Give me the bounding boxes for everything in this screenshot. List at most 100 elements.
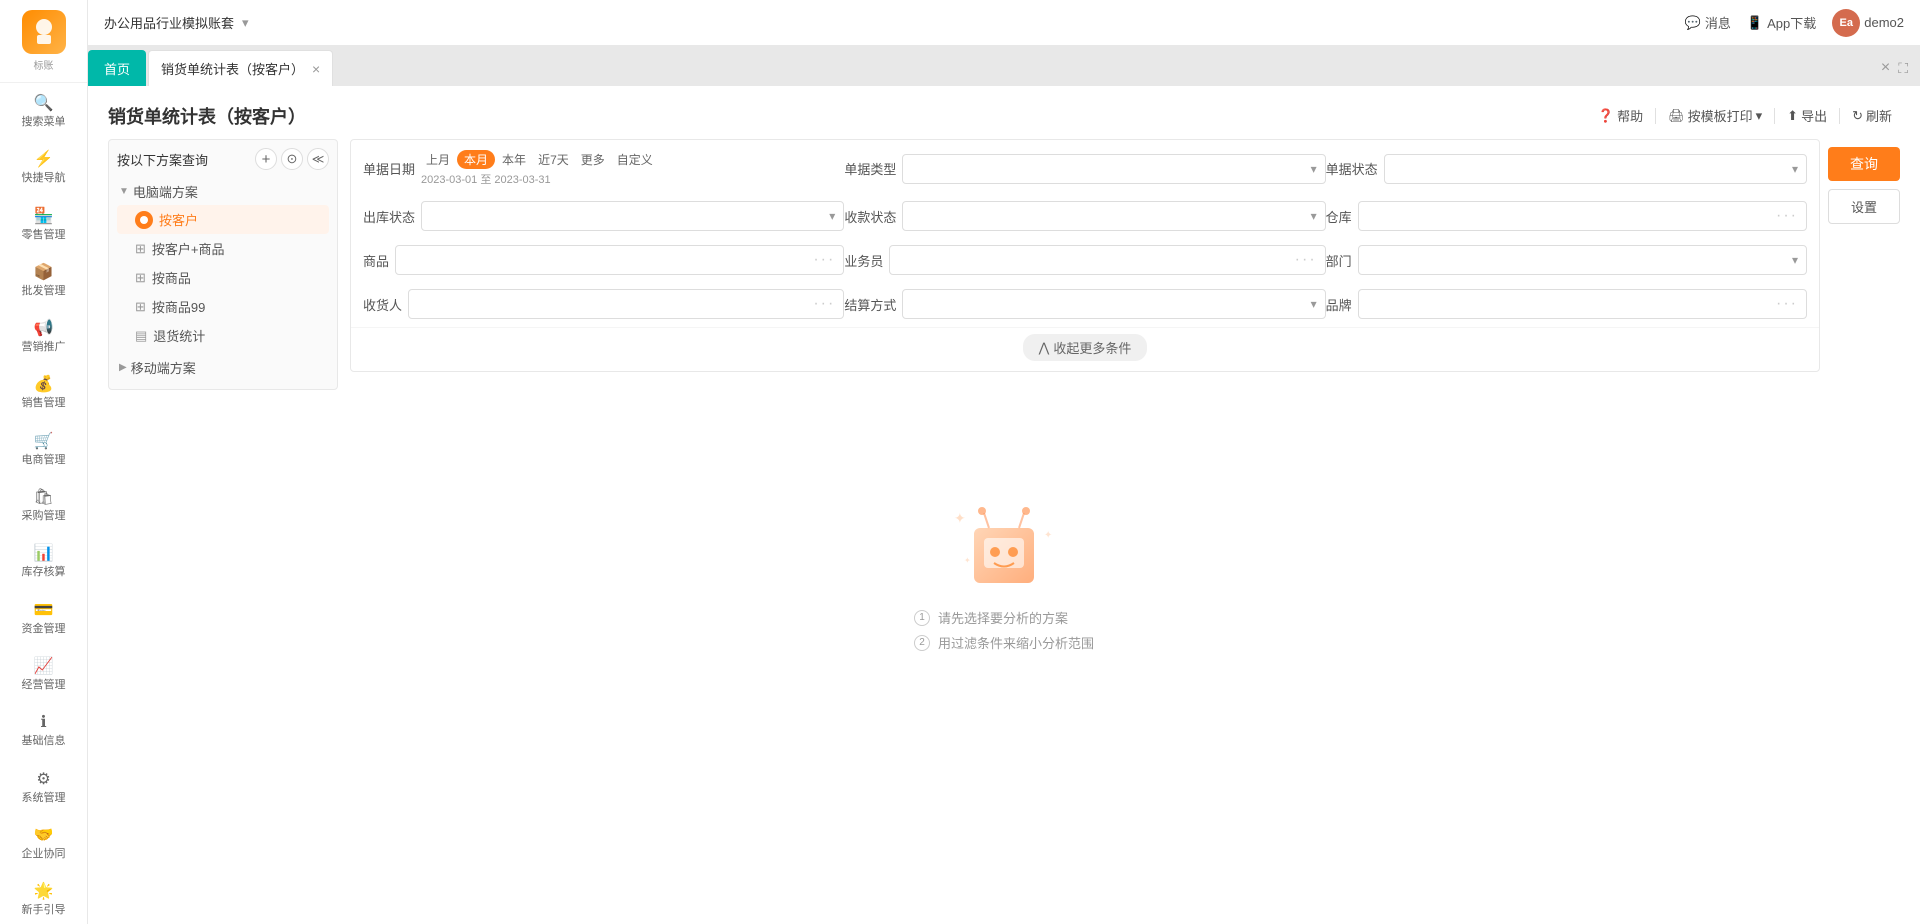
refresh-btn[interactable]: ↻ 刷新	[1844, 102, 1900, 129]
refresh-icon: ↻	[1852, 108, 1863, 124]
scheme-edit-btn[interactable]: ⊙	[281, 148, 303, 170]
date-btn-last-month[interactable]: 上月	[421, 150, 455, 169]
tab-sales-stat-label: 销货单统计表（按客户）	[161, 59, 304, 78]
sidebar-item-sales[interactable]: 💰销售管理	[22, 364, 66, 420]
app-download-btn[interactable]: 📱 App下载	[1747, 13, 1816, 32]
hint-text-1: 请先选择要分析的方案	[938, 608, 1068, 627]
scheme-item-by-customer[interactable]: 按客户	[117, 205, 329, 234]
tab-close-icon[interactable]: ×	[312, 62, 320, 76]
department-arrow-icon: ▾	[1792, 253, 1798, 267]
user-profile[interactable]: Ea demo2	[1832, 9, 1904, 37]
doc-status-select[interactable]: ▾	[1384, 154, 1807, 184]
logo-label: 标账	[34, 57, 54, 72]
inventory-icon: 📊	[34, 543, 54, 563]
filter-cell-department: 部门 ▾	[1326, 245, 1807, 275]
outbound-status-label: 出库状态	[363, 207, 415, 226]
date-btn-this-month[interactable]: 本月	[457, 150, 495, 169]
filter-action-buttons: 查询 设置	[1828, 139, 1900, 224]
scheme-item-by-product-99[interactable]: ⊞ 按商品99	[117, 292, 329, 321]
sidebar-item-finance[interactable]: 💳资金管理	[22, 590, 66, 646]
scheme-pc-items: 按客户 ⊞ 按客户+商品 ⊞ 按商品 ⊞ 按商品99	[117, 205, 329, 350]
outbound-status-select[interactable]: ▾	[421, 201, 844, 231]
topbar-arrow-icon[interactable]: ▾	[242, 15, 249, 31]
setting-btn[interactable]: 设置	[1828, 189, 1900, 224]
sidebar-item-ops[interactable]: 📈经营管理	[22, 646, 66, 702]
product-input[interactable]: ···	[395, 245, 844, 275]
scheme-group-pc-header[interactable]: ▼ 电脑端方案	[117, 178, 329, 205]
ops-icon: 📈	[34, 656, 54, 676]
topbar-title: 办公用品行业模拟账套	[104, 13, 234, 32]
page-actions: ❓ 帮助 🖨 按模板打印 ▾ ⬆ 导出 ↻ 刷新	[1590, 102, 1900, 129]
brand-label: 品牌	[1326, 295, 1352, 314]
by-customer-product-label: 按客户+商品	[152, 239, 225, 258]
help-btn[interactable]: ❓ 帮助	[1590, 102, 1651, 129]
filter-cell-payment-status: 收款状态 ▾	[844, 201, 1325, 231]
date-btn-this-year[interactable]: 本年	[497, 150, 531, 169]
sidebar-item-basic[interactable]: ℹ基础信息	[22, 702, 66, 758]
filter-form-area: 单据日期 上月 本月 本年 近7天 更多 自定义 20	[350, 139, 1900, 372]
scheme-item-by-customer-product[interactable]: ⊞ 按客户+商品	[117, 234, 329, 263]
by-product-99-label: 按商品99	[152, 297, 205, 316]
tab-sales-stat[interactable]: 销货单统计表（按客户） ×	[148, 50, 333, 86]
sidebar-item-ecommerce[interactable]: 🛒电商管理	[22, 421, 66, 477]
scheme-item-return-stat[interactable]: ▤ 退货统计	[117, 321, 329, 350]
sidebar-item-purchase-label: 采购管理	[22, 509, 66, 523]
sidebar: 标账 🔍搜索菜单⚡快捷导航🏪零售管理📦批发管理📢营销推广💰销售管理🛒电商管理🛍采…	[0, 0, 88, 924]
action-sep-2	[1774, 108, 1775, 124]
tab-home[interactable]: 首页	[88, 50, 146, 86]
action-sep-3	[1839, 108, 1840, 124]
recipient-input[interactable]: ···	[408, 289, 844, 319]
sidebar-item-inventory[interactable]: 📊库存核算	[22, 533, 66, 589]
by-customer-label: 按客户	[159, 210, 198, 229]
query-btn[interactable]: 查询	[1828, 147, 1900, 181]
settlement-label: 结算方式	[844, 295, 896, 314]
settlement-arrow-icon: ▾	[1311, 297, 1317, 311]
sidebar-item-retail[interactable]: 🏪零售管理	[22, 196, 66, 252]
sidebar-item-wholesale-label: 批发管理	[22, 284, 66, 298]
payment-status-select[interactable]: ▾	[902, 201, 1325, 231]
filter-cell-outbound-status: 出库状态 ▾	[363, 201, 844, 231]
scheme-group-mobile-header[interactable]: ▶ 移动端方案	[117, 354, 329, 381]
department-select[interactable]: ▾	[1358, 245, 1807, 275]
sidebar-item-purchase[interactable]: 🛍采购管理	[22, 477, 66, 533]
sidebar-item-enterprise[interactable]: 🤝企业协同	[22, 815, 66, 871]
help-icon: ❓	[1598, 108, 1614, 124]
doc-type-select[interactable]: ▾	[902, 154, 1325, 184]
page-title: 销货单统计表（按客户）	[108, 103, 306, 129]
warehouse-label: 仓库	[1326, 207, 1352, 226]
sidebar-item-marketing[interactable]: 📢营销推广	[22, 308, 66, 364]
settlement-select[interactable]: ▾	[902, 289, 1325, 319]
sidebar-item-quick-nav[interactable]: ⚡快捷导航	[22, 139, 66, 195]
return-stat-label: 退货统计	[153, 326, 205, 345]
warehouse-input[interactable]: ···	[1358, 201, 1807, 231]
export-btn[interactable]: ⬆ 导出	[1779, 102, 1835, 129]
scheme-item-by-product[interactable]: ⊞ 按商品	[117, 263, 329, 292]
sidebar-item-search[interactable]: 🔍搜索菜单	[22, 83, 66, 139]
filter-cell-brand: 品牌 ···	[1326, 289, 1807, 319]
sidebar-item-wholesale[interactable]: 📦批发管理	[22, 252, 66, 308]
sidebar-item-newbie[interactable]: 🌟新手引导	[22, 871, 66, 924]
scheme-panel-title: 按以下方案查询	[117, 150, 208, 169]
salesperson-input[interactable]: ···	[889, 245, 1325, 275]
tabbar: 首页 销货单统计表（按客户） × × ⛶	[88, 46, 1920, 86]
scheme-collapse-btn[interactable]: ≪	[307, 148, 329, 170]
collapse-more-btn[interactable]: ⋀ 收起更多条件	[1023, 334, 1148, 361]
user-avatar: Ea	[1832, 9, 1860, 37]
page-content: 销货单统计表（按客户） ❓ 帮助 🖨 按模板打印 ▾ ⬆ 导出	[88, 86, 1920, 924]
date-btn-7days[interactable]: 近7天	[533, 150, 574, 169]
print-btn[interactable]: 🖨 按模板打印 ▾	[1660, 102, 1770, 129]
date-btn-more[interactable]: 更多	[576, 150, 610, 169]
filter-cell-doc-type: 单据类型 ▾	[844, 150, 1325, 187]
ecommerce-icon: 🛒	[34, 431, 54, 451]
sidebar-item-system[interactable]: ⚙系统管理	[22, 759, 66, 815]
department-label: 部门	[1326, 251, 1352, 270]
brand-input[interactable]: ···	[1358, 289, 1807, 319]
date-btn-custom[interactable]: 自定义	[612, 150, 658, 169]
scheme-add-btn[interactable]: +	[255, 148, 277, 170]
message-btn[interactable]: 💬 消息	[1685, 13, 1731, 32]
window-maximize-icon[interactable]: ⛶	[1898, 60, 1908, 77]
filter-cell-recipient: 收货人 ···	[363, 289, 844, 319]
enterprise-icon: 🤝	[34, 825, 54, 845]
svg-text:✦: ✦	[954, 510, 966, 526]
window-close-icon[interactable]: ×	[1881, 59, 1890, 77]
